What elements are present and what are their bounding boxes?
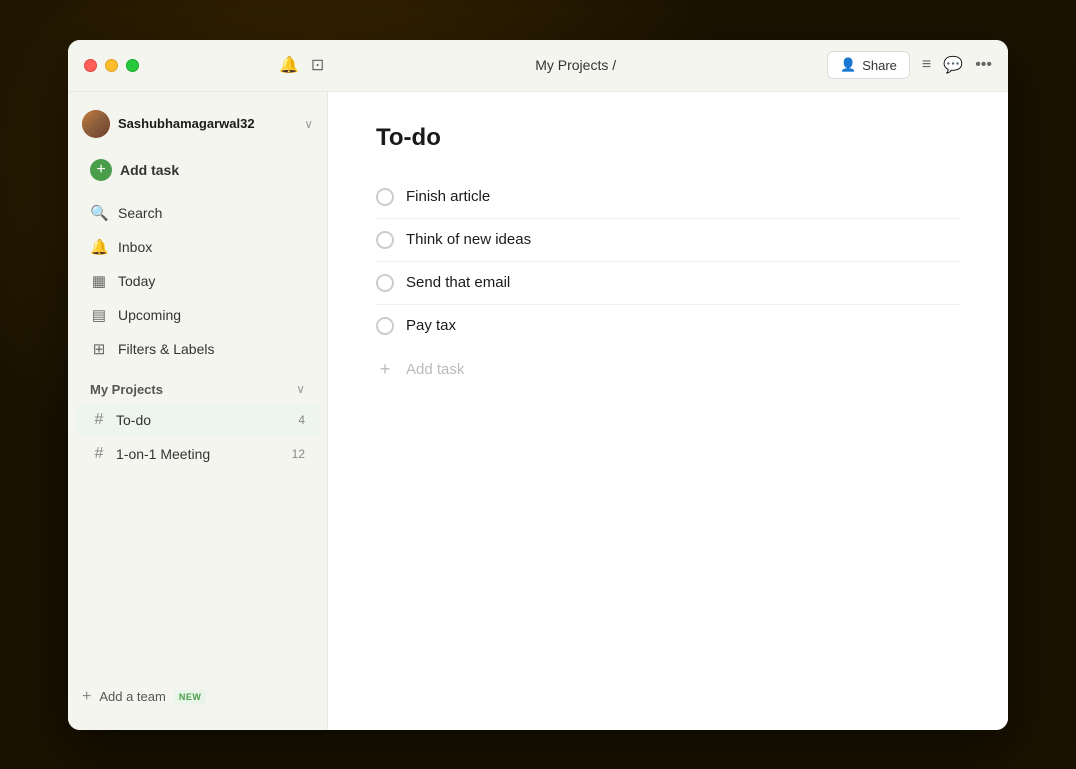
comment-icon[interactable]: 💬 — [943, 55, 963, 75]
sidebar-item-search[interactable]: 🔍 Search — [76, 197, 319, 229]
traffic-lights — [84, 59, 139, 72]
task-text-2: Think of new ideas — [406, 231, 960, 248]
filter-icon[interactable]: ≡ — [922, 56, 931, 74]
add-team-icon: + — [82, 688, 91, 706]
minimize-button[interactable] — [105, 59, 118, 72]
project-hash-icon-2: # — [90, 445, 108, 463]
project-meeting-count: 12 — [292, 447, 305, 461]
add-task-row[interactable]: + Add task — [376, 347, 960, 392]
share-label: Share — [862, 58, 897, 73]
username: Sashubhamagarwal32 — [118, 116, 296, 131]
main-content: Sashubhamagarwal32 ∨ + Add task 🔍 Search… — [68, 92, 1008, 730]
add-task-plus-icon: + — [376, 359, 394, 380]
content-area: To-do Finish article Think of new ideas … — [328, 92, 1008, 730]
sidebar-footer: + Add a team NEW — [68, 676, 327, 718]
sidebar-toggle-icon[interactable]: ⊡ — [311, 55, 324, 75]
task-checkbox-1[interactable] — [376, 188, 394, 206]
task-checkbox-4[interactable] — [376, 317, 394, 335]
sidebar-item-filters-label: Filters & Labels — [118, 341, 214, 357]
add-task-button[interactable]: + Add task — [76, 152, 319, 188]
share-icon: 👤 — [840, 57, 856, 73]
user-section[interactable]: Sashubhamagarwal32 ∨ — [68, 104, 327, 150]
sidebar-item-today[interactable]: ▦ Today — [76, 265, 319, 297]
search-icon: 🔍 — [90, 204, 108, 222]
task-checkbox-3[interactable] — [376, 274, 394, 292]
task-item[interactable]: Pay tax — [376, 305, 960, 347]
project-item-todo[interactable]: # To-do 4 — [76, 404, 319, 436]
new-badge: NEW — [174, 690, 207, 704]
sidebar: Sashubhamagarwal32 ∨ + Add task 🔍 Search… — [68, 92, 328, 730]
filters-icon: ⊞ — [90, 340, 108, 358]
titlebar-actions: 👤 Share ≡ 💬 ••• — [827, 51, 992, 79]
upcoming-icon: ▤ — [90, 306, 108, 324]
breadcrumb: My Projects / — [324, 57, 827, 73]
app-window: 🔔 ⊡ My Projects / 👤 Share ≡ 💬 ••• Sashub… — [68, 40, 1008, 730]
sidebar-item-upcoming-label: Upcoming — [118, 307, 181, 323]
maximize-button[interactable] — [126, 59, 139, 72]
task-checkbox-2[interactable] — [376, 231, 394, 249]
project-todo-count: 4 — [298, 413, 305, 427]
projects-section-title: My Projects — [90, 382, 163, 397]
share-button[interactable]: 👤 Share — [827, 51, 910, 79]
sidebar-item-search-label: Search — [118, 205, 162, 221]
close-button[interactable] — [84, 59, 97, 72]
projects-section-header: My Projects ∨ — [76, 370, 319, 403]
task-text-4: Pay tax — [406, 317, 960, 334]
bell-icon[interactable]: 🔔 — [279, 55, 299, 75]
add-task-icon: + — [90, 159, 112, 181]
sidebar-item-inbox-label: Inbox — [118, 239, 152, 255]
project-item-meeting[interactable]: # 1-on-1 Meeting 12 — [76, 438, 319, 470]
project-hash-icon: # — [90, 411, 108, 429]
titlebar-left-icons: 🔔 ⊡ — [279, 55, 324, 75]
task-item[interactable]: Send that email — [376, 262, 960, 305]
add-task-row-label: Add task — [406, 361, 464, 378]
page-title: To-do — [376, 124, 960, 152]
avatar — [82, 110, 110, 138]
project-todo-name: To-do — [116, 412, 290, 428]
chevron-down-icon: ∨ — [304, 117, 313, 131]
add-task-label: Add task — [120, 162, 179, 178]
inbox-icon: 🔔 — [90, 238, 108, 256]
task-text-1: Finish article — [406, 188, 960, 205]
titlebar: 🔔 ⊡ My Projects / 👤 Share ≡ 💬 ••• — [68, 40, 1008, 92]
task-item[interactable]: Think of new ideas — [376, 219, 960, 262]
sidebar-item-filters[interactable]: ⊞ Filters & Labels — [76, 333, 319, 365]
add-team-button[interactable]: + Add a team NEW — [82, 688, 313, 706]
sidebar-item-upcoming[interactable]: ▤ Upcoming — [76, 299, 319, 331]
projects-toggle-icon[interactable]: ∨ — [296, 382, 305, 396]
task-item[interactable]: Finish article — [376, 176, 960, 219]
add-team-label: Add a team — [99, 689, 166, 704]
sidebar-item-today-label: Today — [118, 273, 155, 289]
task-text-3: Send that email — [406, 274, 960, 291]
more-icon[interactable]: ••• — [975, 56, 992, 74]
today-icon: ▦ — [90, 272, 108, 290]
sidebar-item-inbox[interactable]: 🔔 Inbox — [76, 231, 319, 263]
project-meeting-name: 1-on-1 Meeting — [116, 446, 284, 462]
task-list: Finish article Think of new ideas Send t… — [376, 176, 960, 347]
